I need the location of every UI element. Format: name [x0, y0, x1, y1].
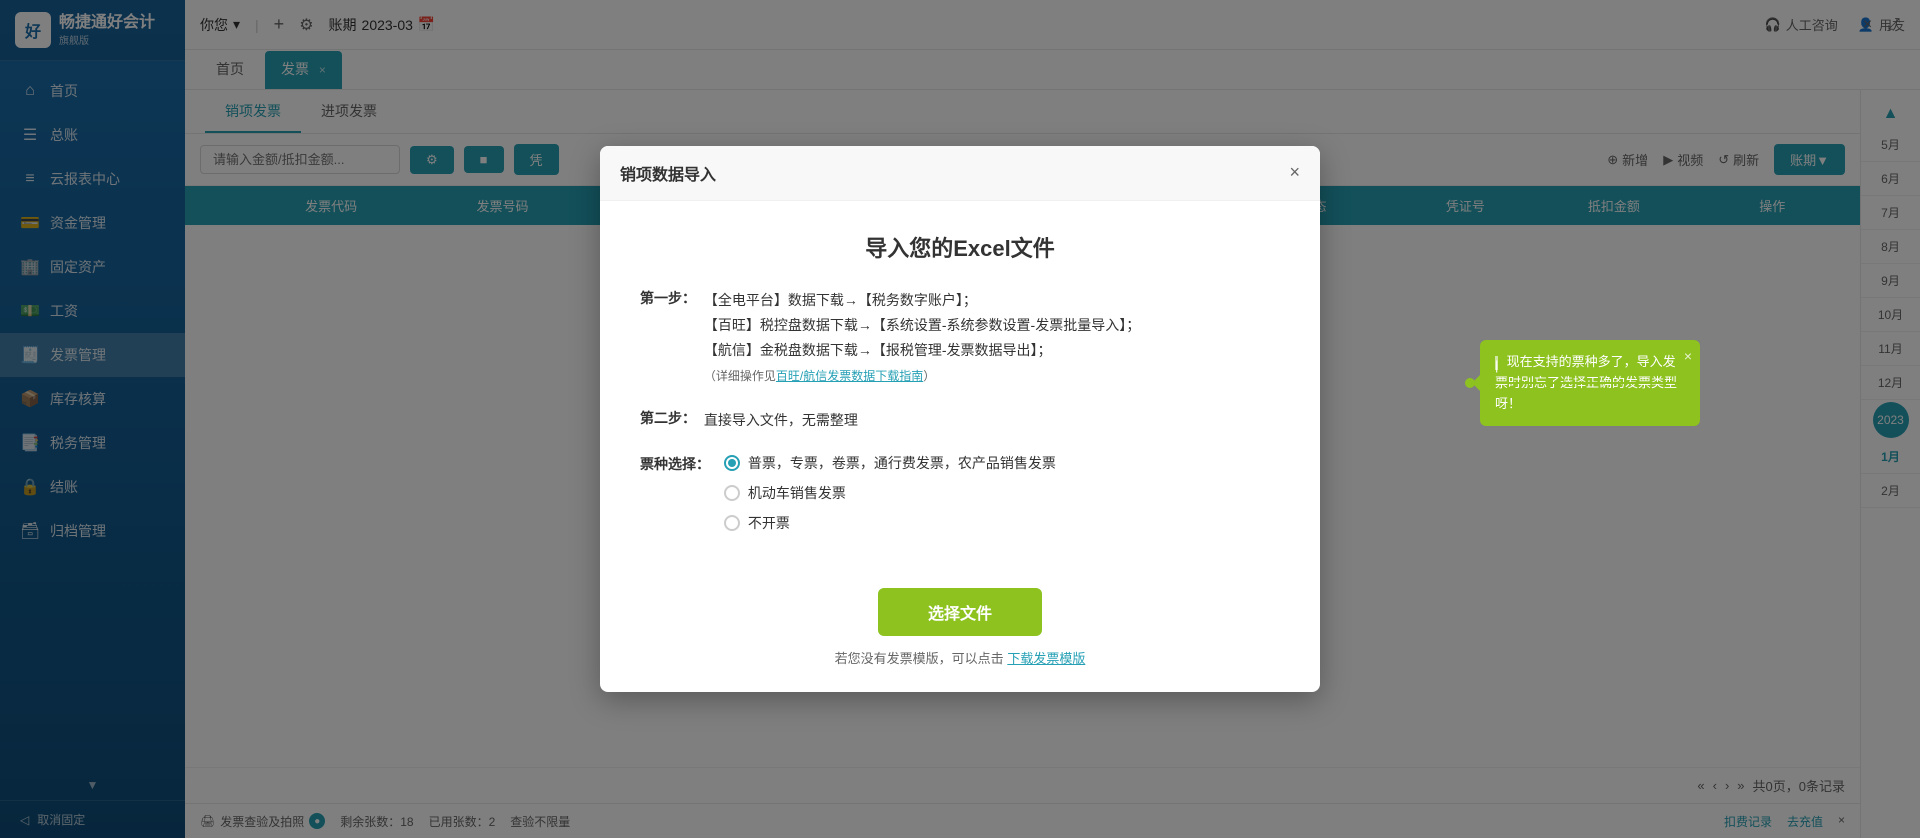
step1-line1: 【全电平台】数据下载→【税务数字账户】； — [704, 292, 977, 308]
step1-line3: 【航信】金税盘数据下载→【报税管理-发票数据导出】； — [704, 342, 1052, 358]
step1-content: 【全电平台】数据下载→【税务数字账户】； 【百旺】税控盘数据下载→【系统设置-系… — [704, 288, 1140, 389]
step-2: 第二步： 直接导入文件，无需整理 — [640, 408, 1280, 433]
step1-label: 第一步： — [640, 288, 700, 308]
tooltip-close-btn[interactable]: × — [1684, 345, 1692, 367]
connection-dot — [1465, 378, 1475, 388]
dialog-header: 销项数据导入 × — [600, 146, 1320, 201]
download-note-text: 若您没有发票模版，可以点击 — [835, 651, 1004, 666]
radio-normal-label: 普票，专票，卷票，通行费发票，农产品销售发票 — [748, 453, 1056, 473]
dialog-main-title: 导入您的Excel文件 — [640, 231, 1280, 263]
step1-line2: 【百旺】税控盘数据下载→【系统设置-系统参数设置-发票批量导入】； — [704, 317, 1140, 333]
import-dialog: 销项数据导入 × 导入您的Excel文件 第一步： 【全电平台】数据下载→【税务… — [600, 146, 1320, 693]
ticket-label: 票种选择： — [640, 454, 720, 474]
dialog-body: 导入您的Excel文件 第一步： 【全电平台】数据下载→【税务数字账户】； 【百… — [600, 201, 1320, 579]
tooltip-bar: | — [1495, 356, 1498, 370]
download-template-link[interactable]: 下载发票模版 — [1007, 651, 1085, 666]
radio-car-label: 机动车销售发票 — [748, 483, 846, 503]
guide-link[interactable]: 百旺/航信发票数据下载指南 — [776, 369, 923, 383]
step-1: 第一步： 【全电平台】数据下载→【税务数字账户】； 【百旺】税控盘数据下载→【系… — [640, 288, 1280, 389]
download-note: 若您没有发票模版，可以点击 下载发票模版 — [620, 648, 1300, 667]
radio-group: 普票，专票，卷票，通行费发票，农产品销售发票 机动车销售发票 不开票 — [724, 453, 1056, 533]
radio-car[interactable]: 机动车销售发票 — [724, 483, 1056, 503]
radio-car-dot[interactable] — [724, 485, 740, 501]
dialog-close-btn[interactable]: × — [1289, 162, 1300, 183]
select-file-btn[interactable]: 选择文件 — [878, 588, 1042, 636]
step2-label: 第二步： — [640, 408, 700, 428]
radio-none-dot[interactable] — [724, 515, 740, 531]
radio-none-label: 不开票 — [748, 513, 790, 533]
step2-content: 直接导入文件，无需整理 — [704, 408, 858, 433]
dialog-footer: 选择文件 若您没有发票模版，可以点击 下载发票模版 — [600, 578, 1320, 692]
step1-note: （详细操作见百旺/航信发票数据下载指南） — [704, 369, 935, 383]
radio-normal[interactable]: 普票，专票，卷票，通行费发票，农产品销售发票 — [724, 453, 1056, 473]
dialog-title: 销项数据导入 — [620, 161, 716, 185]
radio-normal-dot[interactable] — [724, 455, 740, 471]
radio-none[interactable]: 不开票 — [724, 513, 1056, 533]
ticket-select: 票种选择： 普票，专票，卷票，通行费发票，农产品销售发票 机动车销售发票 不开票 — [640, 453, 1280, 533]
connection-line — [1483, 382, 1698, 384]
